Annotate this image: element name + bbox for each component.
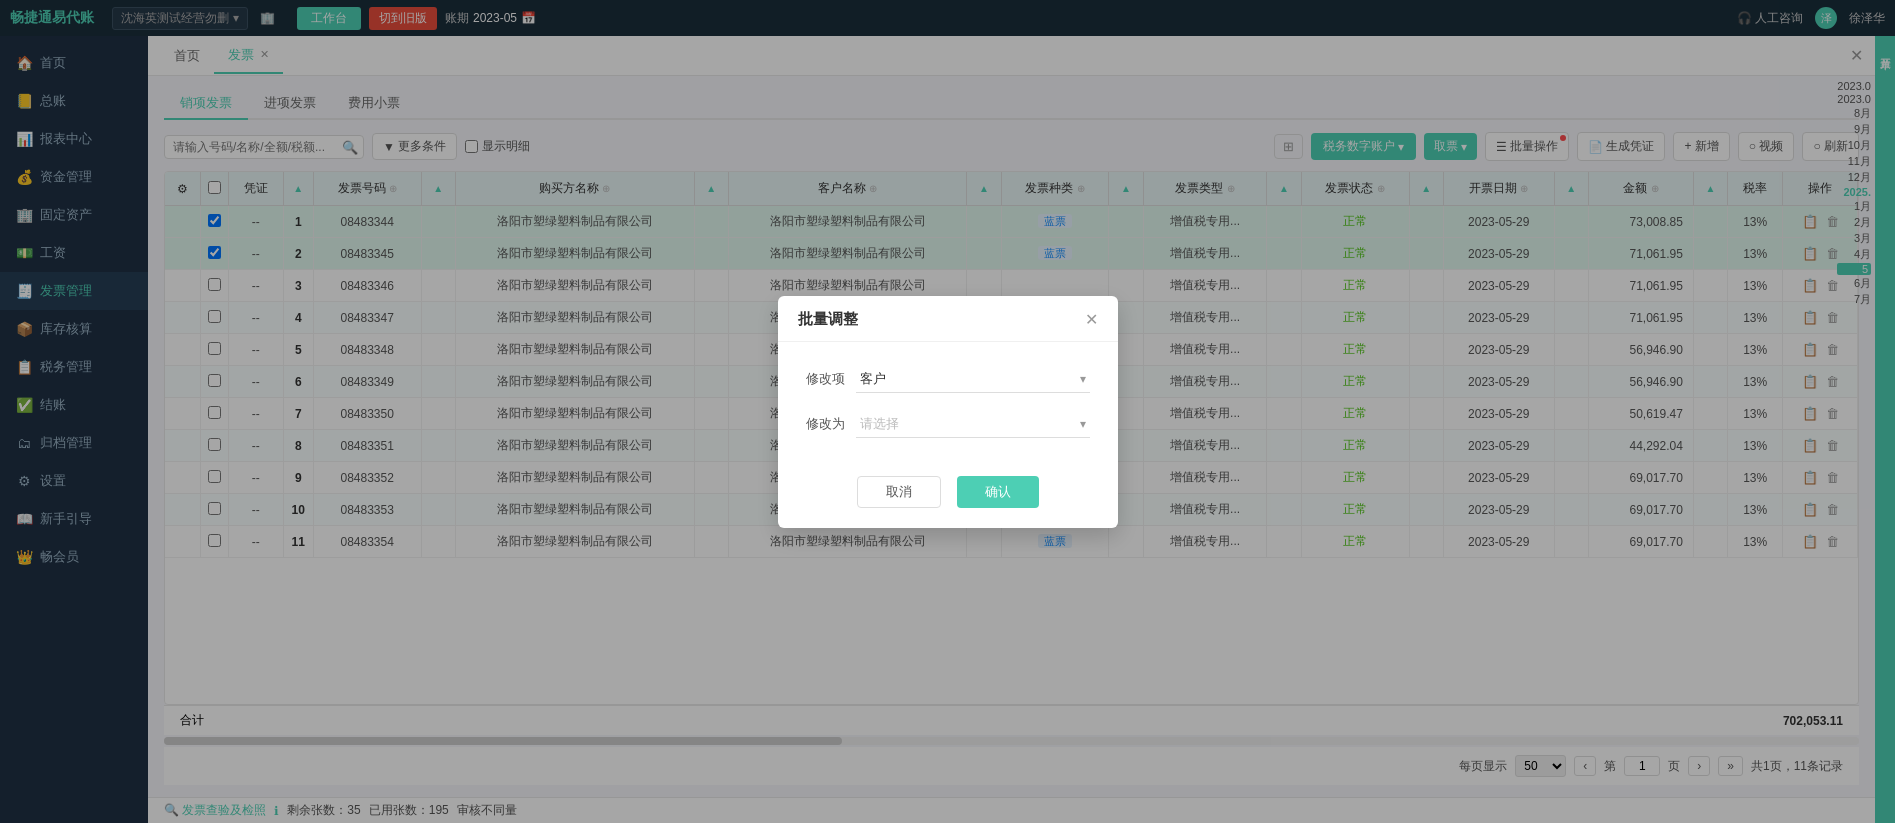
- modal-title: 批量调整: [798, 310, 858, 329]
- modify-to-label: 修改为: [806, 415, 856, 433]
- modify-to-select[interactable]: 请选择 ▾: [856, 411, 1090, 438]
- modify-field-row: 修改项 客户 ▾: [806, 366, 1090, 393]
- modal-close-button[interactable]: ✕: [1085, 310, 1098, 329]
- modify-field-value: 客户: [860, 370, 886, 388]
- modal-footer: 取消 确认: [778, 476, 1118, 528]
- modify-to-chevron-icon: ▾: [1080, 417, 1086, 431]
- modal-cancel-button[interactable]: 取消: [857, 476, 941, 508]
- modify-field-label: 修改项: [806, 370, 856, 388]
- modify-to-placeholder: 请选择: [860, 415, 899, 433]
- batch-adjust-modal: 批量调整 ✕ 修改项 客户 ▾ 修改为 请选择 ▾ 取消 确认: [778, 296, 1118, 528]
- modify-field-select[interactable]: 客户 ▾: [856, 366, 1090, 393]
- modal-header: 批量调整 ✕: [778, 296, 1118, 342]
- modify-to-row: 修改为 请选择 ▾: [806, 411, 1090, 438]
- modify-field-chevron-icon: ▾: [1080, 372, 1086, 386]
- modal-confirm-button[interactable]: 确认: [957, 476, 1039, 508]
- modal-overlay: 批量调整 ✕ 修改项 客户 ▾ 修改为 请选择 ▾ 取消 确认: [0, 0, 1895, 823]
- modal-body: 修改项 客户 ▾ 修改为 请选择 ▾: [778, 342, 1118, 476]
